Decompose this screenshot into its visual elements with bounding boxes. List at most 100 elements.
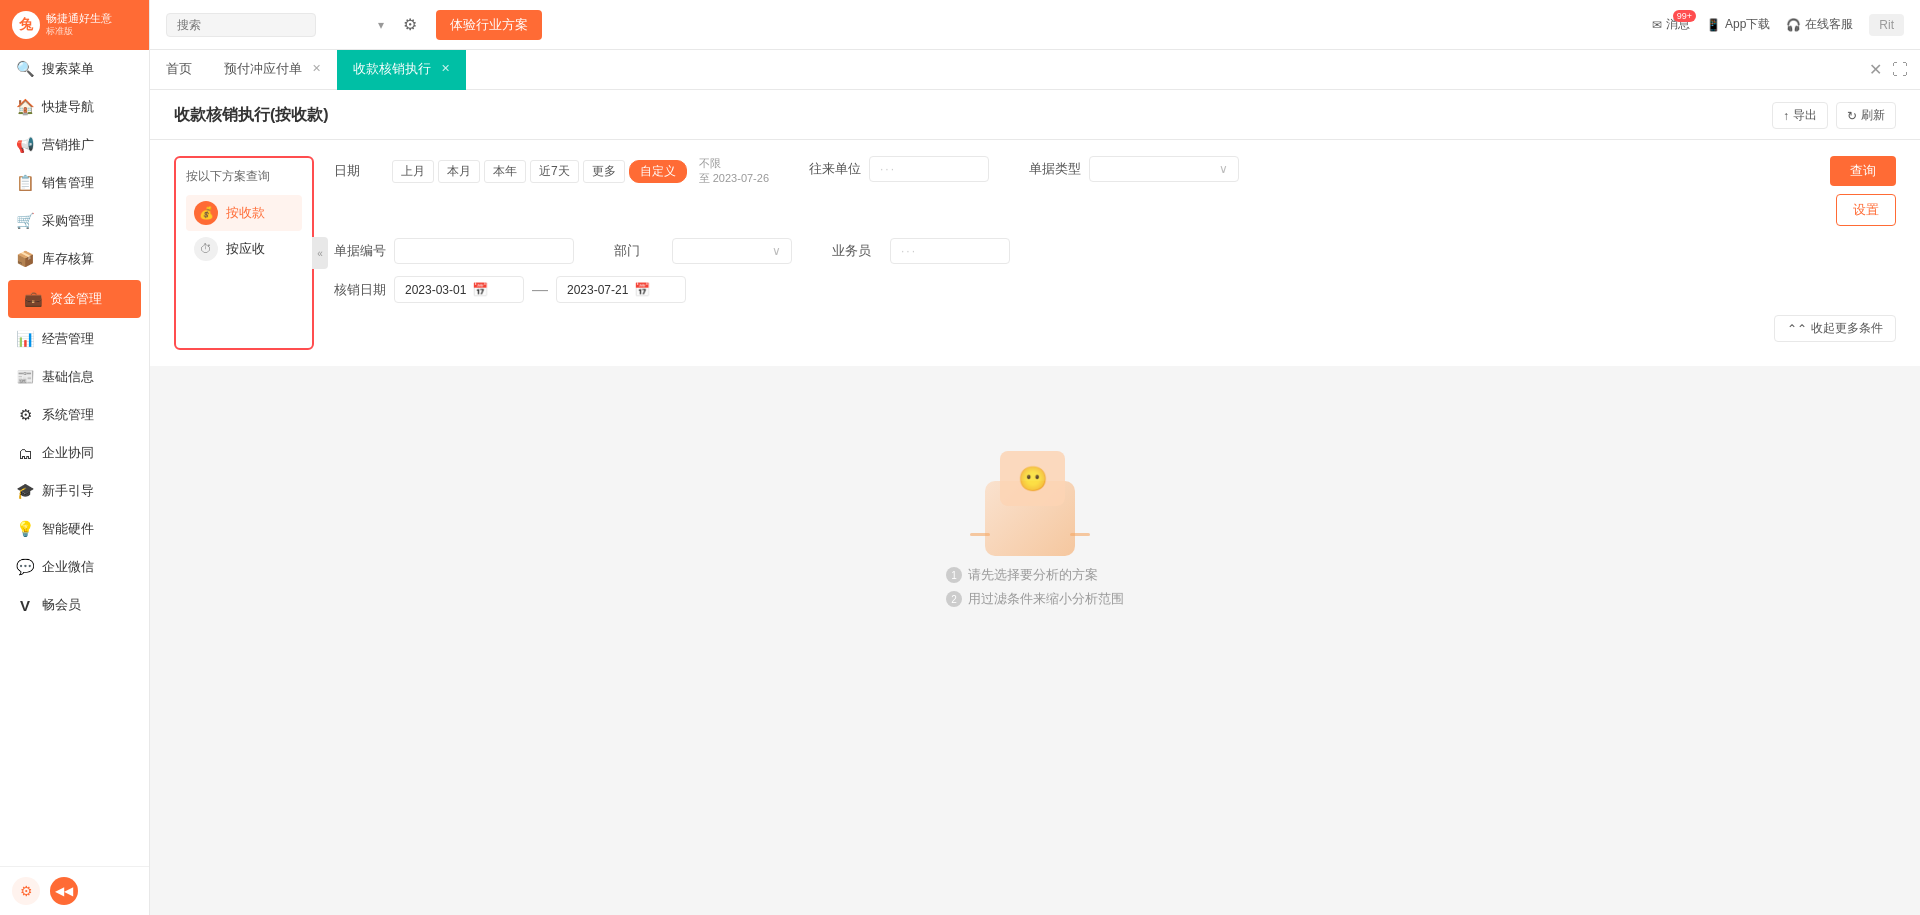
filter-main-area: 日期 上月 本月 本年 近7天 更多 自定义 不限 至 bbox=[334, 156, 1896, 350]
topbar-dropdown-button[interactable]: ▾ bbox=[378, 18, 384, 32]
hint-num-1: 1 bbox=[946, 567, 962, 583]
empty-hint-1: 1 请先选择要分析的方案 bbox=[946, 566, 1124, 584]
tabbar-right-actions: ✕ ⛶ bbox=[1869, 60, 1920, 79]
sidebar-item-member[interactable]: V 畅会员 bbox=[0, 586, 149, 624]
tab-receipt-verify-close-icon[interactable]: ✕ bbox=[441, 62, 450, 75]
tab-home[interactable]: 首页 bbox=[150, 50, 208, 90]
topbar-search-input[interactable] bbox=[166, 13, 316, 37]
export-button[interactable]: ↑ 导出 bbox=[1772, 102, 1828, 129]
purchase-icon: 🛒 bbox=[16, 212, 34, 230]
export-label: 导出 bbox=[1793, 107, 1817, 124]
topbar-gear-icon[interactable]: ⚙ bbox=[396, 11, 424, 39]
partner-select[interactable]: ··· bbox=[869, 156, 989, 182]
sidebar: 兔 畅捷通好生意 标准版 🔍 搜索菜单 🏠 快捷导航 📢 营销推广 📋 销售管理… bbox=[0, 0, 150, 915]
settings-bottom-icon[interactable]: ⚙ bbox=[12, 877, 40, 905]
tab-close-all-icon[interactable]: ✕ bbox=[1869, 60, 1882, 79]
tab-receipt-verify[interactable]: 收款核销执行 ✕ bbox=[337, 50, 466, 90]
sidebar-label-operations: 经营管理 bbox=[42, 330, 94, 348]
calendar-start-icon: 📅 bbox=[472, 282, 488, 297]
date-btn-this-month[interactable]: 本月 bbox=[438, 160, 480, 183]
sidebar-item-sales[interactable]: 📋 销售管理 bbox=[0, 164, 149, 202]
staff-dots: ··· bbox=[901, 244, 917, 258]
sidebar-label-inventory: 库存核算 bbox=[42, 250, 94, 268]
filter-option-by-receipt[interactable]: 💰 按收款 bbox=[186, 195, 302, 231]
sidebar-item-hardware[interactable]: 💡 智能硬件 bbox=[0, 510, 149, 548]
topbar-right: ✉ 消息 99+ 📱 App下载 🎧 在线客服 Rit bbox=[1652, 14, 1904, 36]
page-header-actions: ↑ 导出 ↻ 刷新 bbox=[1772, 102, 1896, 129]
verify-date-range: 2023-03-01 📅 — 2023-07-21 📅 bbox=[394, 276, 686, 303]
staff-label: 业务员 bbox=[832, 242, 882, 260]
date-btn-custom[interactable]: 自定义 bbox=[629, 160, 687, 183]
app-download-icon: 📱 bbox=[1706, 18, 1721, 32]
verify-date-start-value: 2023-03-01 bbox=[405, 283, 466, 297]
verify-date-start-input[interactable]: 2023-03-01 📅 bbox=[394, 276, 524, 303]
system-icon: ⚙ bbox=[16, 406, 34, 424]
query-button[interactable]: 查询 bbox=[1830, 156, 1896, 186]
sidebar-label-search: 搜索菜单 bbox=[42, 60, 94, 78]
date-btn-this-year[interactable]: 本年 bbox=[484, 160, 526, 183]
collapse-more-row: ⌃⌃ 收起更多条件 bbox=[334, 311, 1896, 350]
collapse-more-button[interactable]: ⌃⌃ 收起更多条件 bbox=[1774, 315, 1896, 342]
headset-icon: 🎧 bbox=[1786, 18, 1801, 32]
voucher-no-input[interactable] bbox=[394, 238, 574, 264]
search-icon: 🔍 bbox=[16, 60, 34, 78]
tab-prepay-label: 预付冲应付单 bbox=[224, 60, 302, 78]
empty-face-shape: 😶 bbox=[1000, 451, 1065, 506]
date-label: 日期 bbox=[334, 162, 384, 180]
sidebar-label-finance: 资金管理 bbox=[50, 290, 102, 308]
filter-option-by-receivable[interactable]: ⏱ 按应收 bbox=[186, 231, 302, 267]
voucher-type-label: 单据类型 bbox=[1029, 160, 1081, 178]
sidebar-item-finance[interactable]: 💼 资金管理 bbox=[8, 280, 141, 318]
verify-date-end-input[interactable]: 2023-07-21 📅 bbox=[556, 276, 686, 303]
app-badge: 标准版 bbox=[46, 25, 112, 38]
topbar: ▾ ⚙ 体验行业方案 ✉ 消息 99+ 📱 App下载 🎧 在线客服 Rit bbox=[150, 0, 1920, 50]
date-btn-last-month[interactable]: 上月 bbox=[392, 160, 434, 183]
message-button[interactable]: ✉ 消息 99+ bbox=[1652, 16, 1690, 33]
hint-num-2: 2 bbox=[946, 591, 962, 607]
voucher-type-select[interactable]: ∨ bbox=[1089, 156, 1239, 182]
sidebar-item-guide[interactable]: 🎓 新手引导 bbox=[0, 472, 149, 510]
user-account[interactable]: Rit bbox=[1869, 14, 1904, 36]
empty-state: 😶 1 请先选择要分析的方案 2 用过滤条件来缩小分析范围 bbox=[150, 366, 1920, 694]
sidebar-label-basic-info: 基础信息 bbox=[42, 368, 94, 386]
logo-icon: 兔 bbox=[12, 11, 40, 39]
sidebar-item-inventory[interactable]: 📦 库存核算 bbox=[0, 240, 149, 278]
app-name: 畅捷通好生意 bbox=[46, 12, 112, 25]
sidebar-item-system[interactable]: ⚙ 系统管理 bbox=[0, 396, 149, 434]
sidebar-item-collab[interactable]: 🗂 企业协同 bbox=[0, 434, 149, 472]
empty-illustration: 😶 bbox=[970, 446, 1100, 556]
verify-date-end-value: 2023-07-21 bbox=[567, 283, 628, 297]
tab-receipt-verify-label: 收款核销执行 bbox=[353, 60, 431, 78]
tab-prepay[interactable]: 预付冲应付单 ✕ bbox=[208, 50, 337, 90]
app-download-button[interactable]: 📱 App下载 bbox=[1706, 16, 1770, 33]
staff-select[interactable]: ··· bbox=[890, 238, 1010, 264]
empty-hint-2: 2 用过滤条件来缩小分析范围 bbox=[946, 590, 1124, 608]
filter-sidebar-collapse-button[interactable]: « bbox=[312, 237, 328, 269]
sidebar-label-sales: 销售管理 bbox=[42, 174, 94, 192]
tab-maximize-icon[interactable]: ⛶ bbox=[1892, 61, 1908, 79]
sidebar-item-purchase[interactable]: 🛒 采购管理 bbox=[0, 202, 149, 240]
dept-select[interactable]: ∨ bbox=[672, 238, 792, 264]
sidebar-item-nav[interactable]: 🏠 快捷导航 bbox=[0, 88, 149, 126]
settings-button[interactable]: 设置 bbox=[1836, 194, 1896, 226]
refresh-icon: ↻ bbox=[1847, 109, 1857, 123]
partner-dots: ··· bbox=[880, 162, 896, 176]
date-btn-last-7days[interactable]: 近7天 bbox=[530, 160, 579, 183]
tab-prepay-close-icon[interactable]: ✕ bbox=[312, 62, 321, 75]
sidebar-label-nav: 快捷导航 bbox=[42, 98, 94, 116]
online-service-button[interactable]: 🎧 在线客服 bbox=[1786, 16, 1853, 33]
sidebar-item-search[interactable]: 🔍 搜索菜单 bbox=[0, 50, 149, 88]
refresh-button[interactable]: ↻ 刷新 bbox=[1836, 102, 1896, 129]
sidebar-collapse-button[interactable]: ◀◀ bbox=[50, 877, 78, 905]
marketing-icon: 📢 bbox=[16, 136, 34, 154]
sidebar-item-marketing[interactable]: 📢 营销推广 bbox=[0, 126, 149, 164]
hint-text-2: 用过滤条件来缩小分析范围 bbox=[968, 590, 1124, 608]
solution-button[interactable]: 体验行业方案 bbox=[436, 10, 542, 40]
date-btn-more[interactable]: 更多 bbox=[583, 160, 625, 183]
operations-icon: 📊 bbox=[16, 330, 34, 348]
page-header: 收款核销执行(按收款) ↑ 导出 ↻ 刷新 bbox=[150, 90, 1920, 140]
collab-icon: 🗂 bbox=[16, 445, 34, 462]
sidebar-item-operations[interactable]: 📊 经营管理 bbox=[0, 320, 149, 358]
sidebar-item-wechat[interactable]: 💬 企业微信 bbox=[0, 548, 149, 586]
sidebar-item-basic-info[interactable]: 📰 基础信息 bbox=[0, 358, 149, 396]
